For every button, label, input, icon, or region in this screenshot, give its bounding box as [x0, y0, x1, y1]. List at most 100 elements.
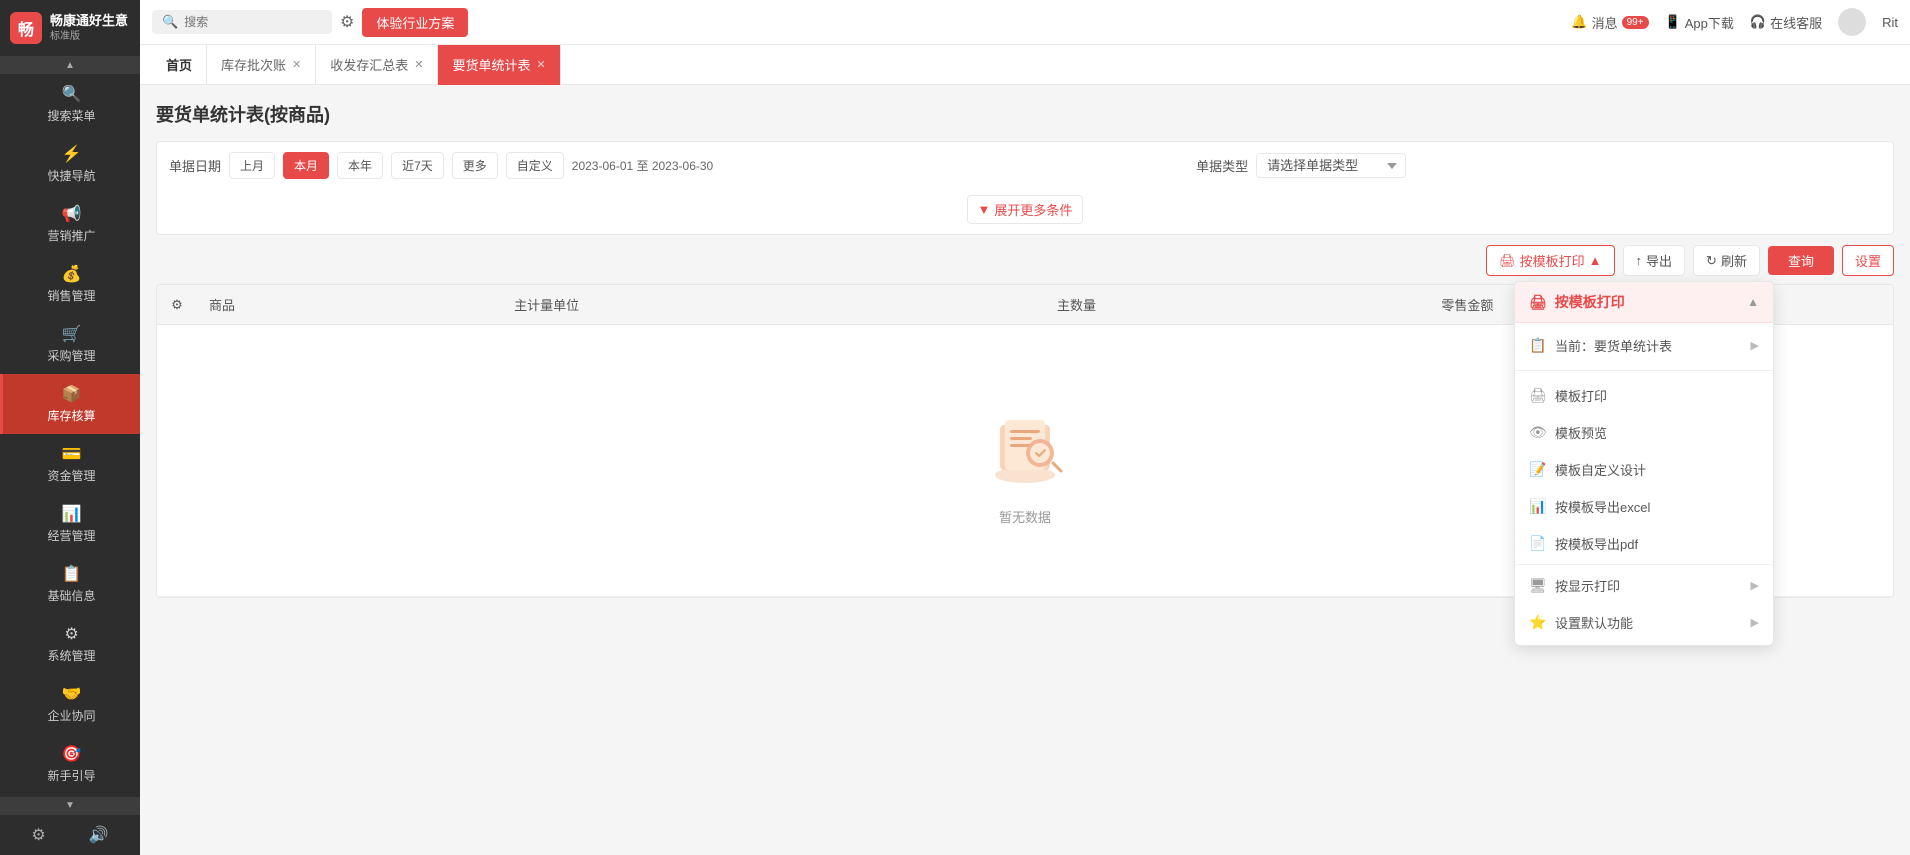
sound-icon[interactable]: 🔊 — [89, 825, 109, 845]
sidebar-icon-marketing: 📢 — [62, 204, 82, 224]
col-product: 商品 — [197, 285, 502, 325]
sidebar-item-search[interactable]: 🔍搜索菜单 — [0, 74, 140, 134]
sidebar-label-inventory: 库存核算 — [47, 407, 95, 424]
dropdown-printer-icon: 🖨 — [1529, 294, 1547, 311]
settings-icon[interactable]: ⚙ — [31, 825, 45, 845]
online-service-item[interactable]: 🎧 在线客服 — [1750, 13, 1822, 32]
sidebar-label-purchase: 采购管理 — [47, 347, 95, 364]
bell-icon: 🔔 — [1571, 14, 1587, 30]
dropdown-item-default-function[interactable]: ⭐设置默认功能▶ — [1515, 604, 1773, 641]
icon-default-function: ⭐ — [1529, 614, 1545, 631]
query-button[interactable]: 查询 — [1768, 246, 1834, 275]
icon-template-print: 🖨 — [1529, 387, 1545, 404]
dropdown-item-template-export-excel[interactable]: 📊按模板导出excel — [1515, 488, 1773, 525]
filter-bar: 单据日期 上月 本月 本年 近7天 更多 自定义 2023-06-01 至 20… — [156, 141, 1894, 235]
sidebar-item-operation[interactable]: 📊经营管理 — [0, 494, 140, 554]
order-type-select[interactable]: 请选择单据类型 — [1256, 153, 1406, 178]
this-month-btn[interactable]: 本月 — [283, 152, 329, 179]
phone-icon: 📱 — [1665, 14, 1681, 30]
dropdown-current-section: 📋 当前：要货单统计表 ▶ — [1515, 323, 1773, 368]
dropdown-item-template-design[interactable]: 📝模板自定义设计 — [1515, 451, 1773, 488]
avatar[interactable] — [1838, 8, 1866, 36]
more-btn[interactable]: 更多 — [452, 152, 498, 179]
label-template-export-excel: 按模板导出excel — [1555, 497, 1650, 516]
refresh-button[interactable]: ↻ 刷新 — [1693, 245, 1760, 276]
topbar-right: 🔔 消息 99+ 📱 App下载 🎧 在线客服 Rit — [1571, 8, 1898, 36]
sidebar-label-operation: 经营管理 — [47, 527, 95, 544]
custom-btn[interactable]: 自定义 — [506, 152, 564, 179]
sidebar-label-system: 系统管理 — [47, 647, 95, 664]
notifications-item[interactable]: 🔔 消息 99+ — [1571, 13, 1648, 32]
app-download-item[interactable]: 📱 App下载 — [1665, 13, 1734, 32]
tab-label-requisition-stats: 要货单统计表 — [452, 55, 530, 74]
chevron-up-icon: ▲ — [1589, 253, 1602, 268]
printer-icon: 🖨 — [1499, 253, 1516, 269]
sidebar-item-basic[interactable]: 📋 基础信息 — [0, 554, 140, 614]
print-button[interactable]: 🖨 按模板打印 ▲ — [1486, 245, 1614, 276]
empty-text: 暂无数据 — [999, 507, 1051, 526]
settings-button[interactable]: 设置 — [1842, 245, 1894, 276]
toolbar: 🖨 按模板打印 ▲ ↑ 导出 ↻ 刷新 查询 设置 🖨 按模板打印 — [156, 245, 1894, 276]
tab-home[interactable]: 首页 — [152, 45, 207, 85]
sidebar-icon-basic: 📋 — [62, 564, 82, 584]
tab-inventory-batch[interactable]: 库存批次账 ✕ — [207, 45, 316, 85]
last-month-btn[interactable]: 上月 — [229, 152, 275, 179]
sidebar-item-marketing[interactable]: 📢 营销推广 — [0, 194, 140, 254]
sidebar-item-finance[interactable]: 💳资金管理 — [0, 434, 140, 494]
dropdown-close-arrow[interactable]: ▲ — [1747, 295, 1759, 309]
tab-label-inventory-batch: 库存批次账 — [221, 55, 286, 74]
tab-close-requisition-stats[interactable]: ✕ — [537, 58, 546, 71]
sidebar-item-sales[interactable]: 💰销售管理 — [0, 254, 140, 314]
dropdown-title: 按模板打印 — [1555, 292, 1625, 312]
tab-receivable-summary[interactable]: 收发存汇总表✕ — [316, 45, 438, 85]
dropdown-item-template-export-pdf[interactable]: 📄按模板导出pdf — [1515, 525, 1773, 562]
sidebar-item-system[interactable]: ⚙系统管理 — [0, 614, 140, 674]
col-settings[interactable]: ⚙ — [157, 285, 197, 325]
dropdown-item-template-print[interactable]: 🖨 模板打印 — [1515, 377, 1773, 414]
dropdown-header: 🖨 按模板打印 ▲ — [1515, 282, 1773, 323]
search-box[interactable]: 🔍 — [152, 10, 332, 34]
date-range-display: 2023-06-01 至 2023-06-30 — [572, 157, 713, 174]
last-7-days-btn[interactable]: 近7天 — [391, 152, 444, 179]
sidebar-scroll-down[interactable]: ▼ — [0, 797, 140, 814]
sidebar-item-inventory[interactable]: 📦 库存核算 — [0, 374, 140, 434]
search-input[interactable] — [184, 15, 304, 29]
order-type-label: 单据类型 — [1196, 156, 1248, 175]
sidebar-label-marketing: 营销推广 — [47, 227, 95, 244]
expand-icon: ▼ — [978, 202, 991, 217]
icon-display-print: 🖥 — [1529, 577, 1545, 594]
sidebar-item-newbie[interactable]: 🎯新手引导 — [0, 734, 140, 794]
sidebar-item-quick-nav[interactable]: ⚡快捷导航 — [0, 134, 140, 194]
current-template-item[interactable]: 📋 当前：要货单统计表 ▶ — [1515, 327, 1773, 364]
tab-requisition-stats[interactable]: 要货单统计表 ✕ — [438, 45, 560, 85]
sidebar-bottom: ⚙ 🔊 — [0, 814, 140, 855]
expand-filter-button[interactable]: ▼ 展开更多条件 — [967, 195, 1084, 224]
tab-close-receivable-summary[interactable]: ✕ — [414, 58, 423, 71]
this-year-btn[interactable]: 本年 — [337, 152, 383, 179]
sidebar-item-purchase[interactable]: 🛒采购管理 — [0, 314, 140, 374]
app-logo: 畅 畅康通好生意 标准版 — [0, 0, 140, 57]
label-template-design: 模板自定义设计 — [1555, 460, 1646, 479]
tab-close-inventory-batch[interactable]: ✕ — [292, 58, 301, 71]
sidebar-label-collab: 企业协同 — [47, 707, 95, 724]
sidebar-scroll-up[interactable]: ▲ — [0, 57, 140, 74]
dropdown-item-display-print[interactable]: 🖥按显示打印▶ — [1515, 567, 1773, 604]
col-quantity: 主数量 — [1045, 285, 1429, 325]
label-template-print: 模板打印 — [1555, 386, 1607, 405]
label-default-function: 设置默认功能 — [1555, 613, 1633, 632]
trial-industry-button[interactable]: 体验行业方案 — [362, 8, 468, 37]
export-button[interactable]: ↑ 导出 — [1623, 245, 1686, 276]
export-icon: ↑ — [1636, 253, 1643, 268]
sidebar-label-basic: 基础信息 — [47, 587, 95, 604]
tab-label-home: 首页 — [166, 55, 192, 74]
sidebar-item-collab[interactable]: 🤝企业协同 — [0, 674, 140, 734]
sidebar-label-sales: 销售管理 — [47, 287, 95, 304]
topbar-gear-icon[interactable]: ⚙ — [340, 12, 354, 32]
app-name: 畅康通好生意 标准版 — [50, 12, 128, 44]
current-template-icon: 📋 — [1529, 337, 1545, 354]
main-area: 🔍 ⚙ 体验行业方案 🔔 消息 99+ 📱 App下载 🎧 在线客服 Rit — [140, 0, 1910, 855]
label-display-print: 按显示打印 — [1555, 576, 1620, 595]
dropdown-item-template-preview[interactable]: 👁模板预览 — [1515, 414, 1773, 451]
sidebar-icon-inventory: 📦 — [62, 384, 82, 404]
content-area: 要货单统计表(按商品) 单据日期 上月 本月 本年 近7天 更多 自定义 202… — [140, 85, 1910, 855]
